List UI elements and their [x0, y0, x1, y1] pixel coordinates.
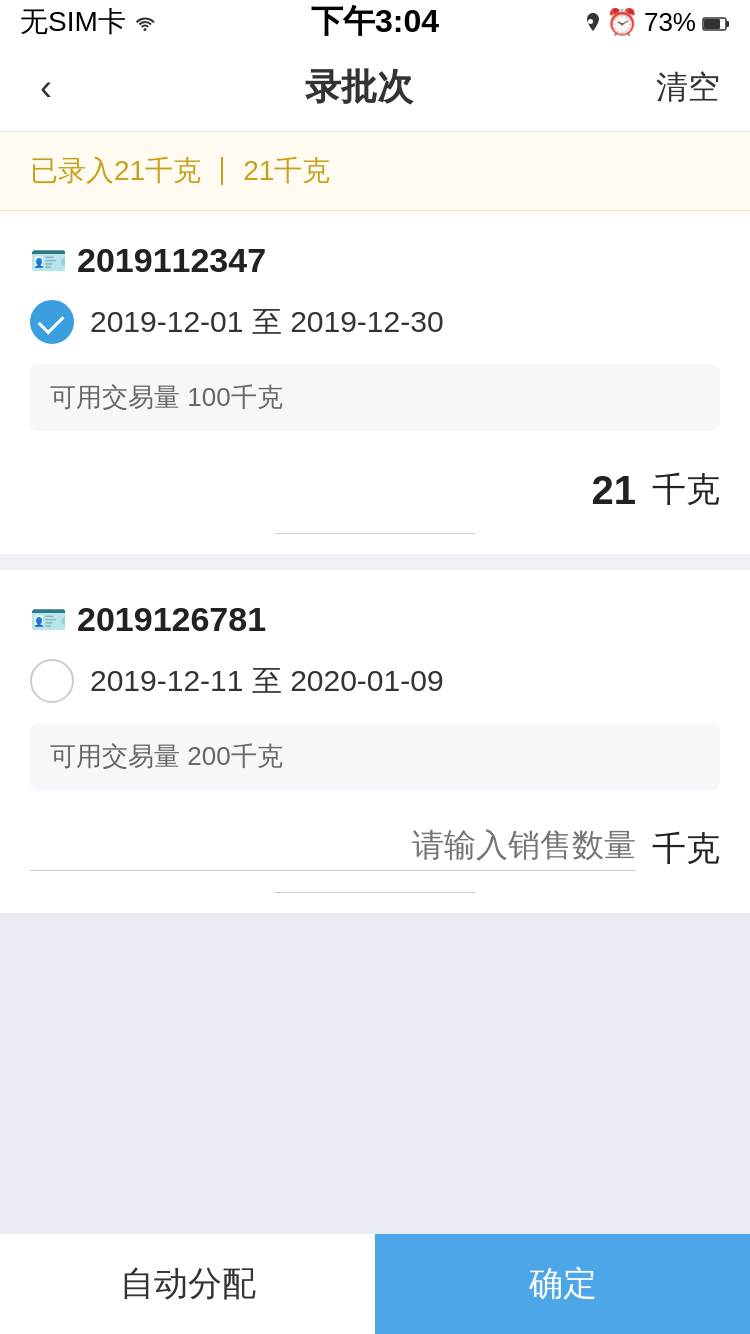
batch2-date-row: 2019-12-11 至 2020-01-09 [0, 649, 750, 713]
back-button[interactable]: ‹ [30, 57, 62, 119]
carrier-text: 无SIM卡 [20, 3, 126, 41]
page-title: 录批次 [305, 63, 413, 112]
batch1-id: 2019112347 [77, 241, 266, 280]
batch2-qty-unit: 千克 [652, 826, 720, 872]
status-time: 下午3:04 [311, 0, 439, 44]
batch2-input-row: 千克 [0, 810, 750, 888]
batch2-card: 🪪 2019126781 2019-12-11 至 2020-01-09 可用交… [0, 570, 750, 913]
location-icon [586, 7, 600, 38]
wifi-icon [134, 6, 156, 38]
nav-bar: ‹ 录批次 清空 [0, 44, 750, 132]
status-right: ⏰ 73% [586, 7, 730, 38]
clear-button[interactable]: 清空 [656, 66, 720, 110]
svg-rect-1 [726, 21, 729, 27]
batch2-radio[interactable] [30, 659, 74, 703]
section-divider-1 [0, 554, 750, 570]
confirm-button[interactable]: 确定 [375, 1234, 750, 1334]
batch1-qty-row: 21 千克 [0, 451, 750, 529]
batch2-date-range: 2019-12-11 至 2020-01-09 [90, 661, 444, 702]
batch2-header: 🪪 2019126781 [0, 570, 750, 649]
auto-distribute-button[interactable]: 自动分配 [0, 1234, 375, 1334]
batch2-id-icon: 🪪 [30, 602, 67, 637]
battery-icon [702, 7, 730, 38]
recorded-label: 已录入21千克 [30, 152, 201, 190]
batch2-qty-input[interactable] [235, 827, 636, 864]
batch1-date-range: 2019-12-01 至 2019-12-30 [90, 302, 444, 343]
bottom-bar: 自动分配 确定 [0, 1234, 750, 1334]
batch1-available-qty: 可用交易量 100千克 [30, 364, 720, 431]
batch1-divider [275, 533, 475, 534]
batch2-id: 2019126781 [77, 600, 266, 639]
batch1-radio[interactable] [30, 300, 74, 344]
info-divider [221, 157, 223, 185]
svg-rect-2 [704, 19, 720, 29]
info-banner: 已录入21千克 21千克 [0, 132, 750, 211]
batch1-card: 🪪 2019112347 2019-12-01 至 2019-12-30 可用交… [0, 211, 750, 554]
batch1-date-row: 2019-12-01 至 2019-12-30 [0, 290, 750, 354]
batch2-available-qty: 可用交易量 200千克 [30, 723, 720, 790]
alarm-icon: ⏰ [606, 7, 638, 38]
status-left: 无SIM卡 [20, 3, 156, 41]
battery-text: 73% [644, 7, 696, 38]
main-content: 🪪 2019112347 2019-12-01 至 2019-12-30 可用交… [0, 211, 750, 1334]
recorded-value: 21千克 [243, 152, 330, 190]
batch1-qty-value: 21 [592, 468, 637, 513]
status-bar: 无SIM卡 下午3:04 ⏰ 73% [0, 0, 750, 44]
batch1-header: 🪪 2019112347 [0, 211, 750, 290]
batch1-id-icon: 🪪 [30, 243, 67, 278]
batch2-divider [275, 892, 475, 893]
batch1-qty-unit: 千克 [652, 467, 720, 513]
